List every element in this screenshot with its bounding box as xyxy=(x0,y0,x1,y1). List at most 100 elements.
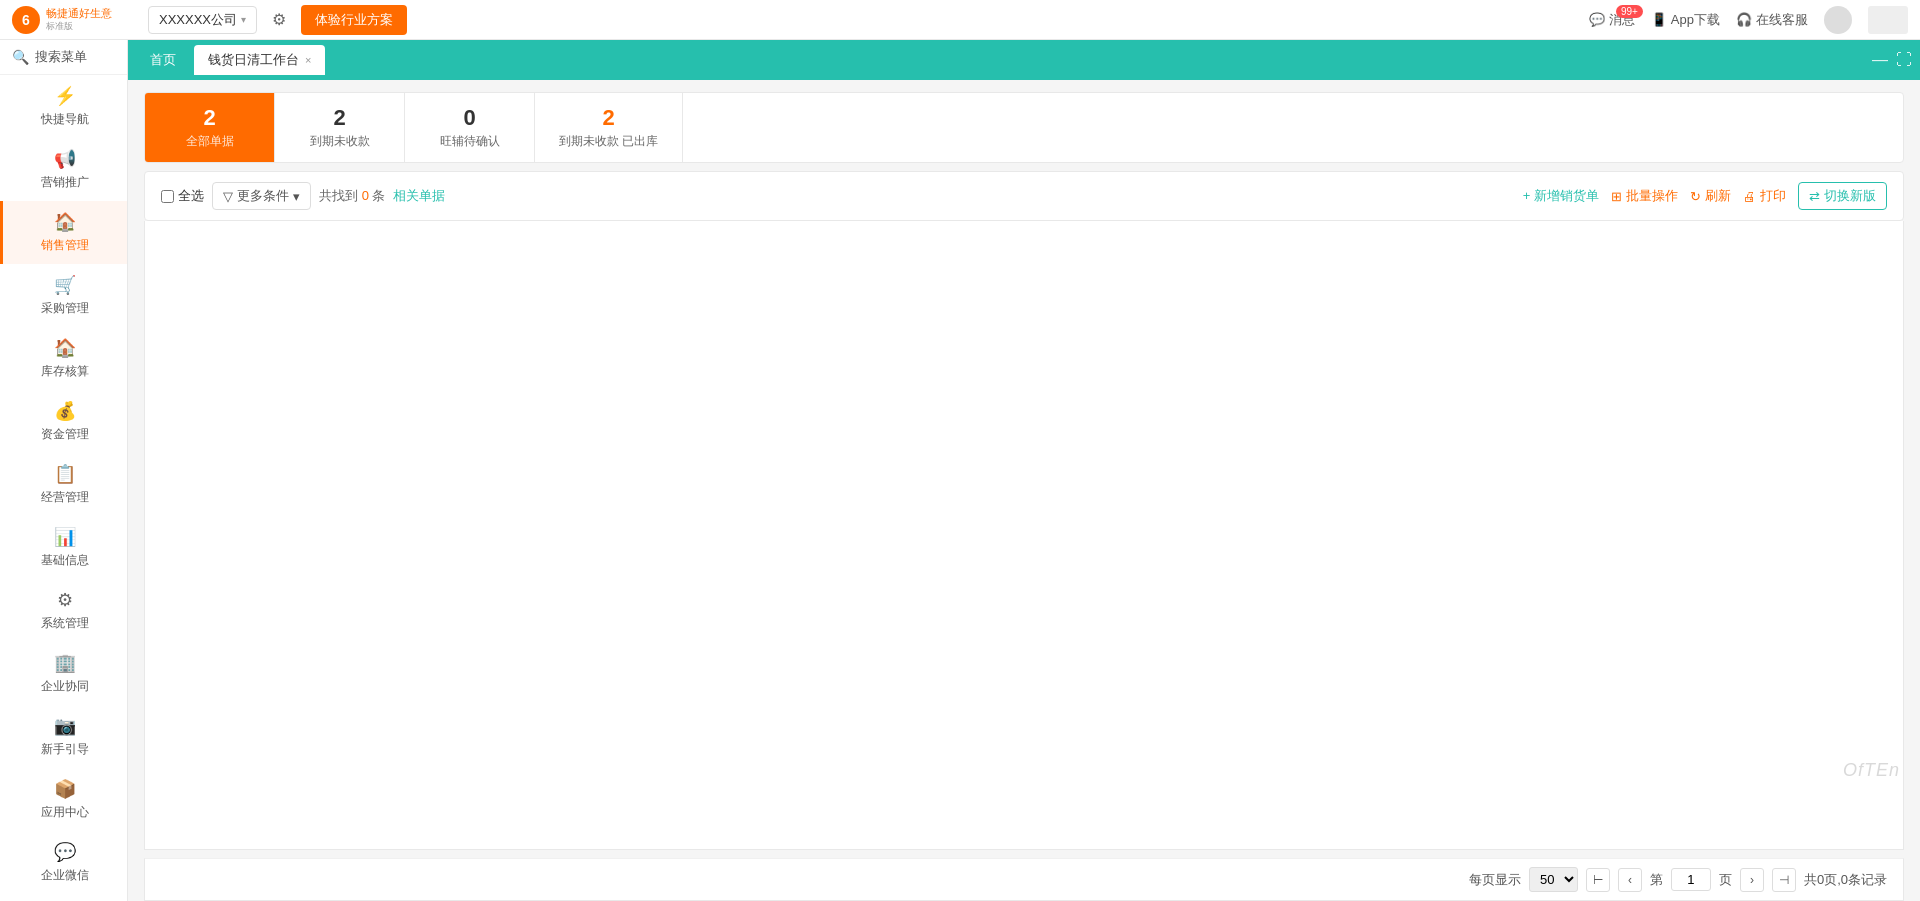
first-page-button[interactable]: ⊢ xyxy=(1586,868,1610,892)
toolbar-right: + 新增销货单 ⊞ 批量操作 ↻ 刷新 🖨 打印 ⇄ xyxy=(1523,182,1887,210)
sidebar-item-guide[interactable]: 📷 新手引导 xyxy=(0,705,127,768)
tab-close-icon[interactable]: × xyxy=(305,54,311,66)
prev-page-button[interactable]: ‹ xyxy=(1618,868,1642,892)
main-layout: 🔍 搜索菜单 ⚡ 快捷导航 📢 营销推广 🏠 销售管理 🛒 采购管理 🏠 库存核… xyxy=(0,40,1920,901)
finance-icon: 💰 xyxy=(54,400,76,422)
marketing-icon: 📢 xyxy=(54,148,76,170)
tab-active[interactable]: 钱货日清工作台 × xyxy=(194,45,325,75)
user-name-area[interactable] xyxy=(1868,6,1908,34)
headset-icon: 🎧 xyxy=(1736,12,1752,27)
stat-label-overdue: 到期未收款 xyxy=(299,133,380,150)
sidebar-item-member[interactable]: 🔽 畅会员 xyxy=(0,894,127,901)
print-button[interactable]: 🖨 打印 xyxy=(1743,187,1786,205)
company-selector[interactable]: XXXXXX公司 ▾ xyxy=(148,6,257,34)
app-download-button[interactable]: 📱 App下载 xyxy=(1651,11,1720,29)
next-page-button[interactable]: › xyxy=(1740,868,1764,892)
sidebar-label-purchase: 采购管理 xyxy=(41,300,89,317)
total-records-label: 共0页,0条记录 xyxy=(1804,871,1887,889)
filter-button[interactable]: ▽ 更多条件 ▾ xyxy=(212,182,311,210)
sidebar-label-sales: 销售管理 xyxy=(41,237,89,254)
stat-count-overdue-out: 2 xyxy=(559,105,658,131)
wechat-icon: 💬 xyxy=(54,841,76,863)
sidebar-item-app-center[interactable]: 📦 应用中心 xyxy=(0,768,127,831)
message-badge: 99+ xyxy=(1616,5,1643,18)
logo-text-area: 畅捷通好生意 标准版 xyxy=(46,6,112,33)
basic-info-icon: 📊 xyxy=(54,526,76,548)
select-all-input[interactable] xyxy=(161,190,174,203)
sidebar-label-enterprise: 企业协同 xyxy=(41,678,89,695)
settings-button[interactable]: ⚙ xyxy=(265,6,293,34)
search-menu-label: 搜索菜单 xyxy=(35,48,87,66)
logo-badge: 标准版 xyxy=(46,20,112,33)
top-bar-right: 💬 消息 99+ 📱 App下载 🎧 在线客服 xyxy=(1589,6,1908,34)
refresh-button[interactable]: ↻ 刷新 xyxy=(1690,187,1731,205)
app-center-icon: 📦 xyxy=(54,778,76,800)
sidebar-item-quick-nav[interactable]: ⚡ 快捷导航 xyxy=(0,75,127,138)
found-text: 共找到 0 条 xyxy=(319,187,385,205)
sidebar-label-marketing: 营销推广 xyxy=(41,174,89,191)
table-area xyxy=(144,221,1904,850)
batch-operation-button[interactable]: ⊞ 批量操作 xyxy=(1611,187,1678,205)
related-orders-button[interactable]: 相关单据 xyxy=(393,187,445,205)
online-service-button[interactable]: 🎧 在线客服 xyxy=(1736,11,1808,29)
print-label: 打印 xyxy=(1760,187,1786,205)
page-label-2: 页 xyxy=(1719,871,1732,889)
last-page-button[interactable]: ⊣ xyxy=(1772,868,1796,892)
new-sales-order-button[interactable]: + 新增销货单 xyxy=(1523,187,1599,205)
company-name: XXXXXX公司 xyxy=(159,11,237,29)
sidebar-item-basic-info[interactable]: 📊 基础信息 xyxy=(0,516,127,579)
stat-tab-pending[interactable]: 0 旺辅待确认 xyxy=(405,93,535,162)
top-bar-left: 6 畅捷通好生意 标准版 XXXXXX公司 ▾ ⚙ 体验行业方案 xyxy=(12,5,407,35)
select-all-checkbox[interactable]: 全选 xyxy=(161,187,204,205)
operations-icon: 📋 xyxy=(54,463,76,485)
tab-home[interactable]: 首页 xyxy=(136,45,190,75)
logo-area: 6 畅捷通好生意 标准版 xyxy=(12,6,140,34)
sidebar-label-guide: 新手引导 xyxy=(41,741,89,758)
toolbar: 全选 ▽ 更多条件 ▾ 共找到 0 条 相关单据 + 新增销货单 ⊞ xyxy=(144,171,1904,221)
sidebar-item-system[interactable]: ⚙ 系统管理 xyxy=(0,579,127,642)
system-icon: ⚙ xyxy=(57,589,73,611)
avatar[interactable] xyxy=(1824,6,1852,34)
sidebar-item-finance[interactable]: 💰 资金管理 xyxy=(0,390,127,453)
sidebar-item-operations[interactable]: 📋 经营管理 xyxy=(0,453,127,516)
sidebar-item-enterprise[interactable]: 🏢 企业协同 xyxy=(0,642,127,705)
sidebar-item-marketing[interactable]: 📢 营销推广 xyxy=(0,138,127,201)
page-size-select[interactable]: 50 xyxy=(1529,867,1578,892)
inventory-icon: 🏠 xyxy=(54,337,76,359)
app-download-label: App下载 xyxy=(1671,11,1720,29)
switch-label: 切换新版 xyxy=(1824,187,1876,205)
search-icon: 🔍 xyxy=(12,49,29,65)
tab-minimize-icon[interactable]: — xyxy=(1872,51,1888,69)
page-label: 第 xyxy=(1650,871,1663,889)
purchase-icon: 🛒 xyxy=(54,274,76,296)
logo-text: 畅捷通好生意 xyxy=(46,6,112,20)
message-icon: 💬 xyxy=(1589,12,1605,27)
sidebar-label-quick-nav: 快捷导航 xyxy=(41,111,89,128)
try-industry-button[interactable]: 体验行业方案 xyxy=(301,5,407,35)
search-menu-item[interactable]: 🔍 搜索菜单 xyxy=(0,40,127,75)
switch-version-button[interactable]: ⇄ 切换新版 xyxy=(1798,182,1887,210)
message-button[interactable]: 💬 消息 99+ xyxy=(1589,11,1635,29)
content-area: 首页 钱货日清工作台 × — ⛶ 2 全部单据 2 到期未收款 xyxy=(128,40,1920,901)
tab-active-label: 钱货日清工作台 xyxy=(208,51,299,69)
stat-tab-all[interactable]: 2 全部单据 xyxy=(145,93,275,162)
stat-label-overdue-out: 到期未收款 已出库 xyxy=(559,133,658,150)
sidebar-item-wechat[interactable]: 💬 企业微信 xyxy=(0,831,127,894)
tab-bar-actions: — ⛶ xyxy=(1872,51,1912,69)
stat-tab-overdue-out[interactable]: 2 到期未收款 已出库 xyxy=(535,93,683,162)
sidebar-label-inventory: 库存核算 xyxy=(41,363,89,380)
page-number-input[interactable] xyxy=(1671,868,1711,891)
batch-label: 批量操作 xyxy=(1626,187,1678,205)
found-prefix: 共找到 xyxy=(319,188,358,203)
sidebar-item-sales[interactable]: 🏠 销售管理 xyxy=(0,201,127,264)
tab-bar: 首页 钱货日清工作台 × — ⛶ xyxy=(128,40,1920,80)
stat-tab-overdue[interactable]: 2 到期未收款 xyxy=(275,93,405,162)
sidebar-item-inventory[interactable]: 🏠 库存核算 xyxy=(0,327,127,390)
stat-count-pending: 0 xyxy=(429,105,510,131)
tab-maximize-icon[interactable]: ⛶ xyxy=(1896,51,1912,69)
stats-tabs: 2 全部单据 2 到期未收款 0 旺辅待确认 2 到期未收款 已出库 xyxy=(144,92,1904,163)
sidebar-item-purchase[interactable]: 🛒 采购管理 xyxy=(0,264,127,327)
sidebar-label-operations: 经营管理 xyxy=(41,489,89,506)
select-all-label: 全选 xyxy=(178,187,204,205)
sidebar: 🔍 搜索菜单 ⚡ 快捷导航 📢 营销推广 🏠 销售管理 🛒 采购管理 🏠 库存核… xyxy=(0,40,128,901)
